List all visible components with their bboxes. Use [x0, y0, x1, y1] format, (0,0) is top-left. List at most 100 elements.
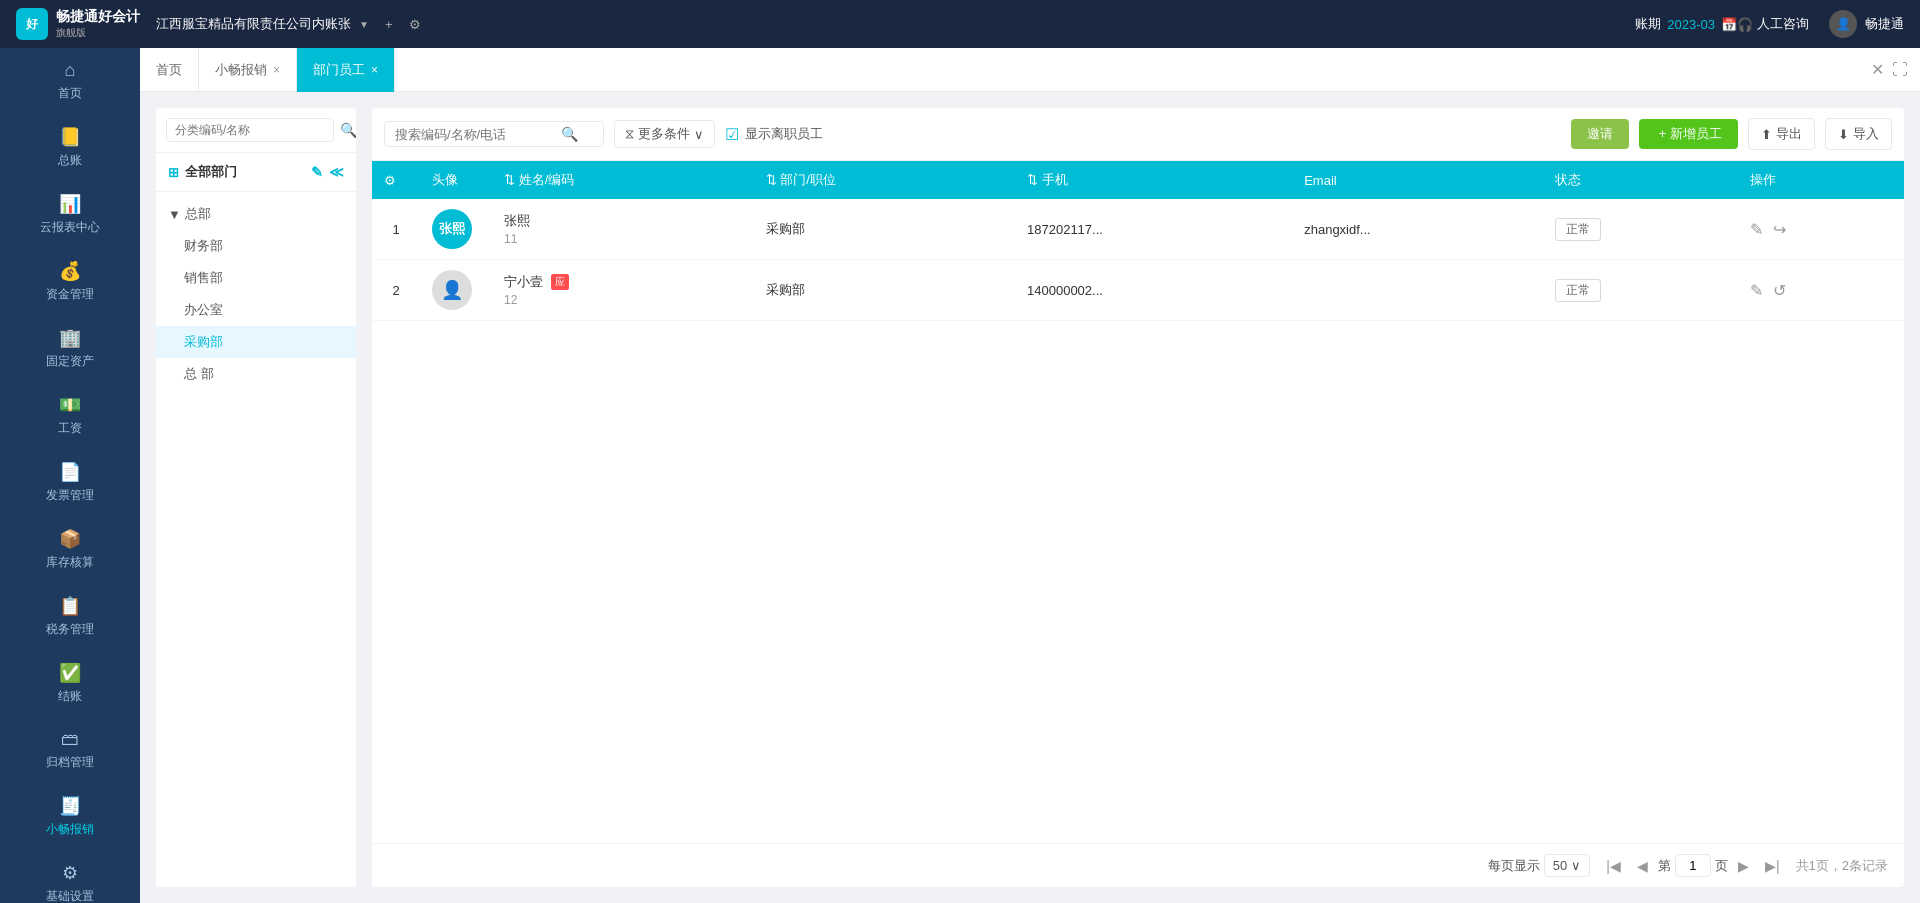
- row2-actions: ✎ ↺: [1738, 260, 1905, 321]
- archive-icon: 🗃: [61, 729, 79, 750]
- dept-header: ⊞ 全部部门 ✎ ≪: [156, 153, 356, 192]
- per-page-dropdown[interactable]: 50 ∨: [1544, 854, 1590, 877]
- sidebar-item-checkout[interactable]: ✅ 结账: [0, 650, 140, 717]
- th-dept-post[interactable]: ⇅ 部门/职位: [754, 161, 1016, 199]
- sidebar-item-asset[interactable]: 🏢 固定资产: [0, 315, 140, 382]
- sidebar-item-ledger[interactable]: 📒 总账: [0, 114, 140, 181]
- dept-search-icon[interactable]: 🔍: [340, 122, 356, 138]
- dept-tree: ▼ 总部 财务部 销售部 办公室 采购部: [156, 192, 356, 396]
- import-icon: ⬇: [1838, 127, 1849, 142]
- sidebar-item-inventory[interactable]: 📦 库存核算: [0, 516, 140, 583]
- top-bar-actions: 🎧 人工咨询 👤 畅捷通: [1737, 10, 1904, 38]
- sidebar-item-invoice[interactable]: 📄 发票管理: [0, 449, 140, 516]
- dept-edit-btn[interactable]: ✎: [311, 164, 323, 180]
- search-icon[interactable]: 🔍: [561, 126, 578, 142]
- sort-icon: ⇅: [504, 172, 519, 187]
- th-avatar: 头像: [420, 161, 492, 199]
- maximize-tab-btn[interactable]: ⛶: [1892, 61, 1908, 79]
- row1-dept: 采购部: [754, 199, 1016, 260]
- dept-tree-item-general[interactable]: 总 部: [156, 358, 356, 390]
- row1-mobile: 187202117...: [1015, 199, 1292, 260]
- sidebar-item-report[interactable]: 📊 云报表中心: [0, 181, 140, 248]
- sidebar-item-tax[interactable]: 📋 税务管理: [0, 583, 140, 650]
- dept-tree-item-sales[interactable]: 销售部: [156, 262, 356, 294]
- employee-code: 11: [504, 232, 742, 246]
- tab-close-dept[interactable]: ×: [371, 63, 378, 77]
- dept-tree-item-purchase[interactable]: 采购部: [156, 326, 356, 358]
- show-resigned-checkbox[interactable]: ☑ 显示离职员工: [725, 125, 823, 144]
- export-button[interactable]: ⬆ 导出: [1748, 118, 1815, 150]
- status-badge: 正常: [1555, 218, 1601, 241]
- logo-icon: 好: [16, 8, 48, 40]
- add-employee-button[interactable]: + 新增员工: [1639, 119, 1738, 149]
- period-section: 账期 2023-03 📅: [1635, 15, 1737, 33]
- salary-icon: 💵: [59, 394, 81, 416]
- sidebar-item-home[interactable]: ⌂ 首页: [0, 48, 140, 114]
- add-company-btn[interactable]: +: [385, 17, 393, 32]
- tab-dept[interactable]: 部门员工 ×: [297, 48, 395, 92]
- edit-icon[interactable]: ✎: [1750, 220, 1763, 239]
- asset-icon: 🏢: [59, 327, 81, 349]
- settings-btn[interactable]: ⚙: [409, 17, 421, 32]
- th-status: 状态: [1543, 161, 1737, 199]
- sidebar-item-fund[interactable]: 💰 资金管理: [0, 248, 140, 315]
- close-tab-btn[interactable]: ✕: [1871, 60, 1884, 79]
- sidebar-item-archive[interactable]: 🗃 归档管理: [0, 717, 140, 783]
- dept-tree-item-finance[interactable]: 财务部: [156, 230, 356, 262]
- sidebar-item-xiaozhang[interactable]: 🧾 小畅报销: [0, 783, 140, 850]
- refresh-icon[interactable]: ↺: [1773, 281, 1786, 300]
- support-button[interactable]: 🎧 人工咨询: [1737, 15, 1809, 33]
- edit-icon[interactable]: ✎: [1750, 281, 1763, 300]
- table-toolbar: 🔍 ⧖ 更多条件 ∨ ☑ 显示离职员工 邀请: [372, 108, 1904, 161]
- row2-email: [1292, 260, 1543, 321]
- row2-index: 2: [372, 260, 420, 321]
- th-action: 操作: [1738, 161, 1905, 199]
- th-settings[interactable]: ⚙: [372, 161, 420, 199]
- filter-button[interactable]: ⧖ 更多条件 ∨: [614, 120, 715, 148]
- dept-tree-item-head[interactable]: ▼ 总部: [156, 198, 356, 230]
- dept-tree-item-office[interactable]: 办公室: [156, 294, 356, 326]
- table-row: 1 张熙 张熙 11: [372, 199, 1904, 260]
- logo-area: 好 畅捷通好会计 旗舰版: [16, 8, 156, 40]
- dept-grid-icon: ⊞: [168, 165, 179, 180]
- row2-status: 正常: [1543, 260, 1737, 321]
- employee-name: 宁小壹: [504, 273, 543, 291]
- status-badge: 正常: [1555, 279, 1601, 302]
- tab-close-xiaozhang[interactable]: ×: [273, 63, 280, 77]
- tab-home[interactable]: 首页: [140, 48, 199, 92]
- calendar-icon[interactable]: 📅: [1721, 17, 1737, 32]
- dept-collapse-btn[interactable]: ≪: [329, 164, 344, 180]
- headset-icon: 🎧: [1737, 17, 1753, 32]
- next-page-btn[interactable]: ▶: [1732, 856, 1755, 876]
- sort-icon: ⇅: [766, 172, 781, 187]
- tax-icon: 📋: [59, 595, 81, 617]
- avatar: 张熙: [432, 209, 472, 249]
- th-mobile[interactable]: ⇅ 手机: [1015, 161, 1292, 199]
- sidebar-item-salary[interactable]: 💵 工资: [0, 382, 140, 449]
- company-selector[interactable]: 江西服宝精品有限责任公司内账张 ▼ + ⚙: [156, 15, 1635, 33]
- tab-xiaozhang[interactable]: 小畅报销 ×: [199, 48, 297, 92]
- user-area[interactable]: 👤 畅捷通: [1829, 10, 1904, 38]
- page-input[interactable]: [1675, 854, 1711, 877]
- dept-search-input[interactable]: [166, 118, 334, 142]
- table-container: ⚙ 头像 ⇅ 姓名/编码 ⇅: [372, 161, 1904, 843]
- last-page-btn[interactable]: ▶|: [1759, 856, 1786, 876]
- table-panel: 🔍 ⧖ 更多条件 ∨ ☑ 显示离职员工 邀请: [372, 108, 1904, 887]
- logout-icon[interactable]: ↪: [1773, 220, 1786, 239]
- tab-bar: 首页 小畅报销 × 部门员工 × ✕ ⛶: [140, 48, 1920, 92]
- invite-button[interactable]: 邀请: [1571, 119, 1629, 149]
- dept-panel: 🔍 ⊞ 全部部门 ✎ ≪ ▼ 总部 财务部: [156, 108, 356, 887]
- page-content: 🔍 ⊞ 全部部门 ✎ ≪ ▼ 总部 财务部: [140, 92, 1920, 903]
- import-button[interactable]: ⬇ 导入: [1825, 118, 1892, 150]
- user-name: 畅捷通: [1865, 15, 1904, 33]
- search-input[interactable]: [395, 127, 555, 142]
- th-name-code[interactable]: ⇅ 姓名/编码: [492, 161, 754, 199]
- sidebar-item-settings[interactable]: ⚙ 基础设置: [0, 850, 140, 903]
- page-unit: 页: [1715, 857, 1728, 875]
- report-icon: 📊: [59, 193, 81, 215]
- first-page-btn[interactable]: |◀: [1600, 856, 1627, 876]
- sidebar: ⌂ 首页 📒 总账 📊 云报表中心 💰 资金管理 🏢 固定资产 💵 工资 📄 发…: [0, 48, 140, 903]
- prev-page-btn[interactable]: ◀: [1631, 856, 1654, 876]
- period-value: 2023-03: [1667, 17, 1715, 32]
- app-name: 畅捷通好会计: [56, 8, 140, 26]
